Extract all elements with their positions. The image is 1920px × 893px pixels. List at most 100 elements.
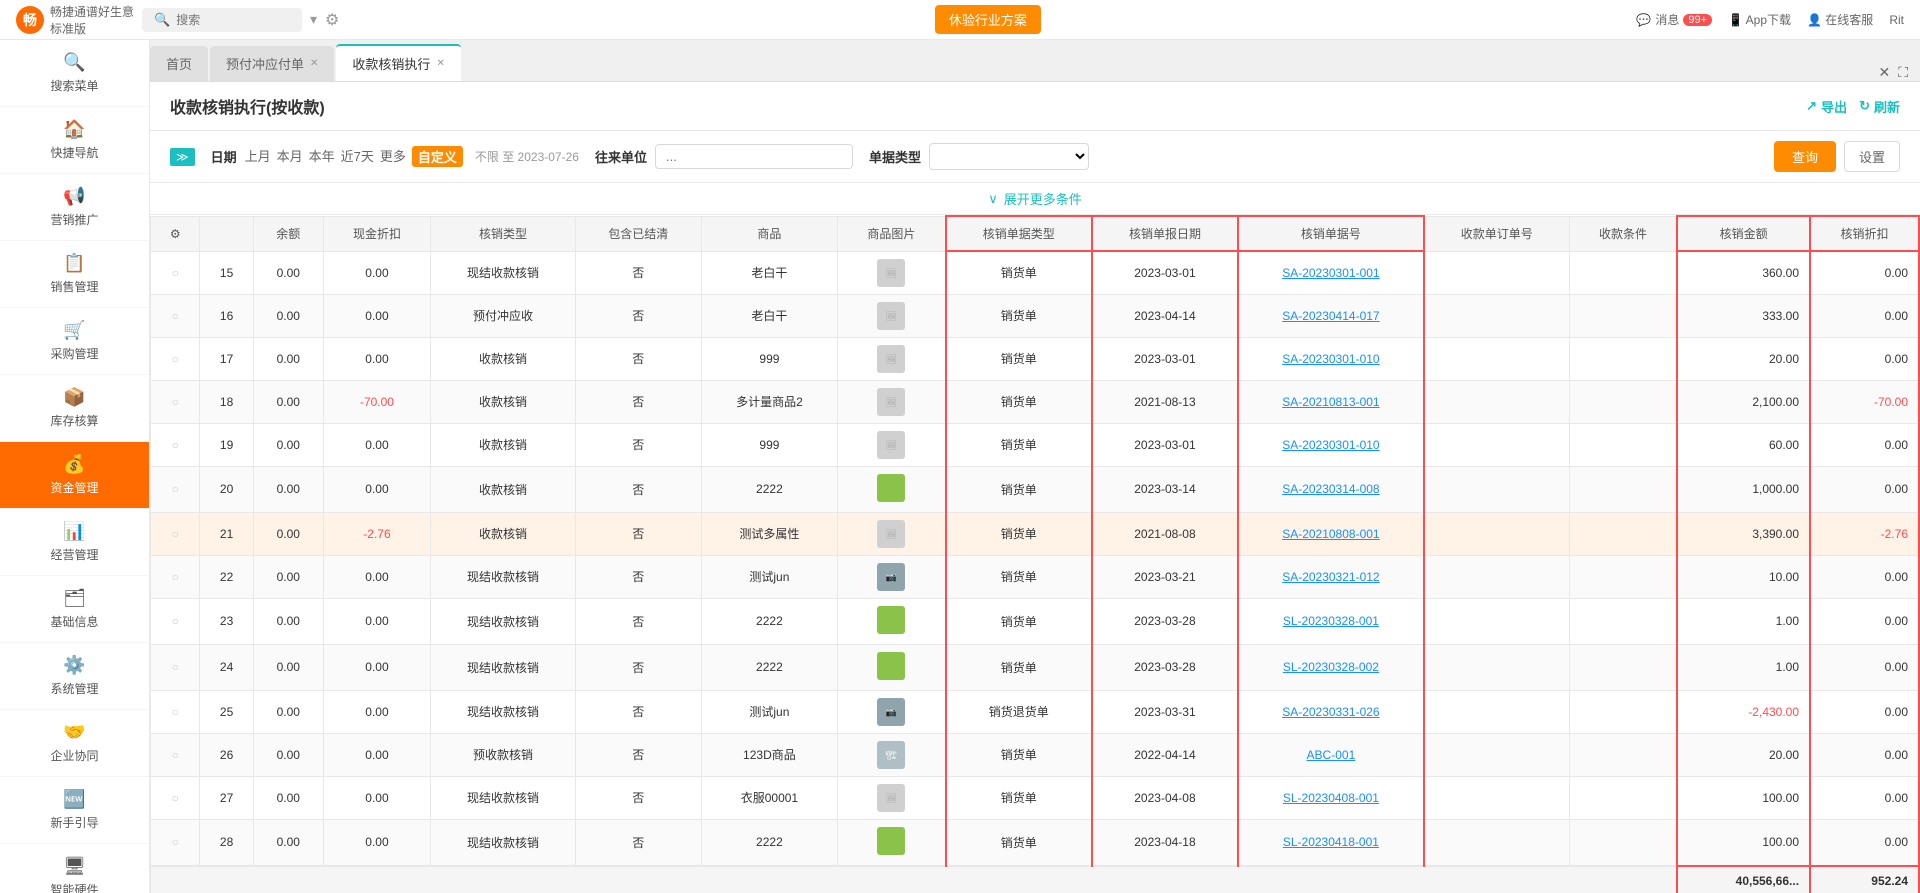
cell-gear: ○ [151, 294, 200, 337]
brand-logo: 畅 [16, 6, 44, 34]
industry-btn[interactable]: 休验行业方案 [935, 5, 1041, 34]
cell-gear: ○ [151, 555, 200, 598]
cell-cancel-order-no[interactable]: SL-20230328-001 [1238, 598, 1424, 644]
cell-cancel-order-no[interactable]: SA-20210813-001 [1238, 380, 1424, 423]
tab-prepay-close[interactable]: ✕ [310, 58, 318, 69]
table-row: ○ 16 0.00 0.00 预付冲应收 否 老白干 🖼 销货单 2023-04… [151, 294, 1920, 337]
cell-cancel-amount: 2,100.00 [1677, 380, 1810, 423]
sidebar-item-finance[interactable]: 💰 资金管理 [0, 442, 149, 509]
sidebar-item-quicknav[interactable]: 🏠 快捷导航 [0, 107, 149, 174]
date-opt-this-month[interactable]: 本月 [277, 146, 303, 167]
cell-cancel-order-no[interactable]: SL-20230408-001 [1238, 776, 1424, 819]
cell-product-img: 🏗 [838, 733, 946, 776]
cell-cancel-type: 收款核销 [431, 380, 576, 423]
cell-cancel-discount: -70.00 [1810, 380, 1919, 423]
unit-input[interactable] [655, 144, 853, 169]
cell-cancel-order-no[interactable]: SL-20230418-001 [1238, 819, 1424, 866]
expand-more-bar[interactable]: ∨ 展开更多条件 [150, 183, 1920, 215]
cell-cancel-date: 2023-03-31 [1092, 690, 1238, 733]
maximize-btn[interactable]: ⛶ [1898, 64, 1908, 81]
cell-cancel-order-no[interactable]: ABC-001 [1238, 733, 1424, 776]
cell-cancel-order-no[interactable]: SA-20230314-008 [1238, 466, 1424, 512]
cell-cancel-amount: 333.00 [1677, 294, 1810, 337]
cell-cancel-order-no[interactable]: SA-20230301-010 [1238, 423, 1424, 466]
sidebar-item-marketing[interactable]: 📢 营销推广 [0, 174, 149, 241]
cell-collection-order-no [1424, 690, 1569, 733]
home-icon: 🏠 [63, 119, 85, 140]
cell-seq: 17 [200, 337, 253, 380]
sidebar-item-operation[interactable]: 📊 经营管理 [0, 509, 149, 576]
cell-seq: 25 [200, 690, 253, 733]
cell-cancel-order-no[interactable]: SA-20230414-017 [1238, 294, 1424, 337]
tab-prepay[interactable]: 预付冲应付单 ✕ [210, 46, 334, 81]
cell-balance: 0.00 [253, 294, 323, 337]
cell-cancel-date: 2023-03-28 [1092, 598, 1238, 644]
date-opt-custom[interactable]: 自定义 [412, 146, 463, 167]
service-icon: 👤 [1807, 13, 1822, 27]
cell-balance: 0.00 [253, 776, 323, 819]
date-opt-this-year[interactable]: 本年 [309, 146, 335, 167]
close-window-btn[interactable]: ✕ [1878, 64, 1890, 81]
cell-cancel-discount: 0.00 [1810, 555, 1919, 598]
cell-cancel-order-no[interactable]: SA-20210808-001 [1238, 512, 1424, 555]
cell-cancel-order-no[interactable]: SL-20230328-002 [1238, 644, 1424, 690]
tab-collection[interactable]: 收款核销执行 ✕ [336, 44, 460, 81]
sidebar-item-newbie[interactable]: 🆕 新手引导 [0, 777, 149, 844]
tab-home[interactable]: 首页 [150, 46, 208, 81]
col-gear: ⚙ [151, 216, 200, 251]
app-download[interactable]: 📱 App下载 [1728, 11, 1791, 28]
refresh-btn[interactable]: ↻ 刷新 [1859, 97, 1900, 116]
sidebar-item-sales[interactable]: 📋 销售管理 [0, 241, 149, 308]
date-opt-last-month[interactable]: 上月 [245, 146, 271, 167]
search-input[interactable] [176, 13, 276, 27]
search-bar[interactable]: 🔍 [142, 8, 302, 32]
expand-btn[interactable]: ≫ [170, 148, 195, 166]
sidebar-item-label: 经营管理 [50, 546, 98, 563]
settings-icon[interactable]: ⚙ [325, 10, 339, 30]
order-type-select[interactable] [929, 143, 1089, 170]
cell-seq: 20 [200, 466, 253, 512]
message-badge: 99+ [1683, 14, 1712, 26]
cell-balance: 0.00 [253, 690, 323, 733]
date-opt-more[interactable]: 更多 [380, 146, 406, 167]
export-btn[interactable]: ↗ 导出 [1806, 97, 1847, 116]
cell-cancel-type: 现结收款核销 [431, 819, 576, 866]
tab-collection-close[interactable]: ✕ [436, 58, 444, 69]
sidebar-item-enterprise[interactable]: 🤝 企业协同 [0, 710, 149, 777]
table-wrapper[interactable]: ⚙ 余额 现金折扣 核销类型 包含已结清 商品 商品图片 核销单据类型 核销单报… [150, 215, 1920, 893]
message-area[interactable]: 💬 消息 99+ [1636, 11, 1712, 28]
online-service[interactable]: 👤 在线客服 [1807, 11, 1873, 28]
basic-icon: 🗂 [63, 588, 86, 609]
cell-collection-order-no [1424, 251, 1569, 294]
query-btn[interactable]: 查询 [1774, 141, 1836, 172]
col-cash-discount: 现金折扣 [323, 216, 430, 251]
cell-cancel-order-no[interactable]: SA-20230331-026 [1238, 690, 1424, 733]
main: 首页 预付冲应付单 ✕ 收款核销执行 ✕ ✕ ⛶ 收款核销执行(按收款) [150, 40, 1920, 893]
settings-btn[interactable]: 设置 [1844, 141, 1900, 172]
sidebar-item-system[interactable]: ⚙️ 系统管理 [0, 643, 149, 710]
cell-collection-order-no [1424, 423, 1569, 466]
cell-gear: ○ [151, 251, 200, 294]
sidebar-item-inventory[interactable]: 📦 库存核算 [0, 375, 149, 442]
date-opt-7days[interactable]: 近7天 [341, 146, 374, 167]
cell-cancel-order-no[interactable]: SA-20230301-001 [1238, 251, 1424, 294]
sidebar-item-basic[interactable]: 🗂 基础信息 [0, 576, 149, 643]
cell-cancel-order-type: 销货单 [946, 251, 1092, 294]
sidebar-item-hardware[interactable]: 🖥 智能硬件 [0, 844, 149, 893]
cell-included: 否 [575, 294, 701, 337]
dropdown-icon[interactable]: ▾ [310, 11, 317, 28]
cell-included: 否 [575, 690, 701, 733]
cell-cancel-discount: 0.00 [1810, 776, 1919, 819]
cell-cancel-order-no[interactable]: SA-20230301-010 [1238, 337, 1424, 380]
cell-balance: 0.00 [253, 512, 323, 555]
user-area[interactable]: Rit [1889, 13, 1904, 27]
cell-product-img [838, 819, 946, 866]
cell-cancel-order-no[interactable]: SA-20230321-012 [1238, 555, 1424, 598]
cell-collection-order-no [1424, 819, 1569, 866]
sidebar-item-search[interactable]: 🔍 搜索菜单 [0, 40, 149, 107]
cell-product: 衣服00001 [701, 776, 837, 819]
date-filter-group: 日期 上月 本月 本年 近7天 更多 自定义 不限 至 2023-07-26 [211, 146, 579, 167]
cell-cancel-amount: 3,390.00 [1677, 512, 1810, 555]
sidebar-item-purchase[interactable]: 🛒 采购管理 [0, 308, 149, 375]
cell-seq: 22 [200, 555, 253, 598]
